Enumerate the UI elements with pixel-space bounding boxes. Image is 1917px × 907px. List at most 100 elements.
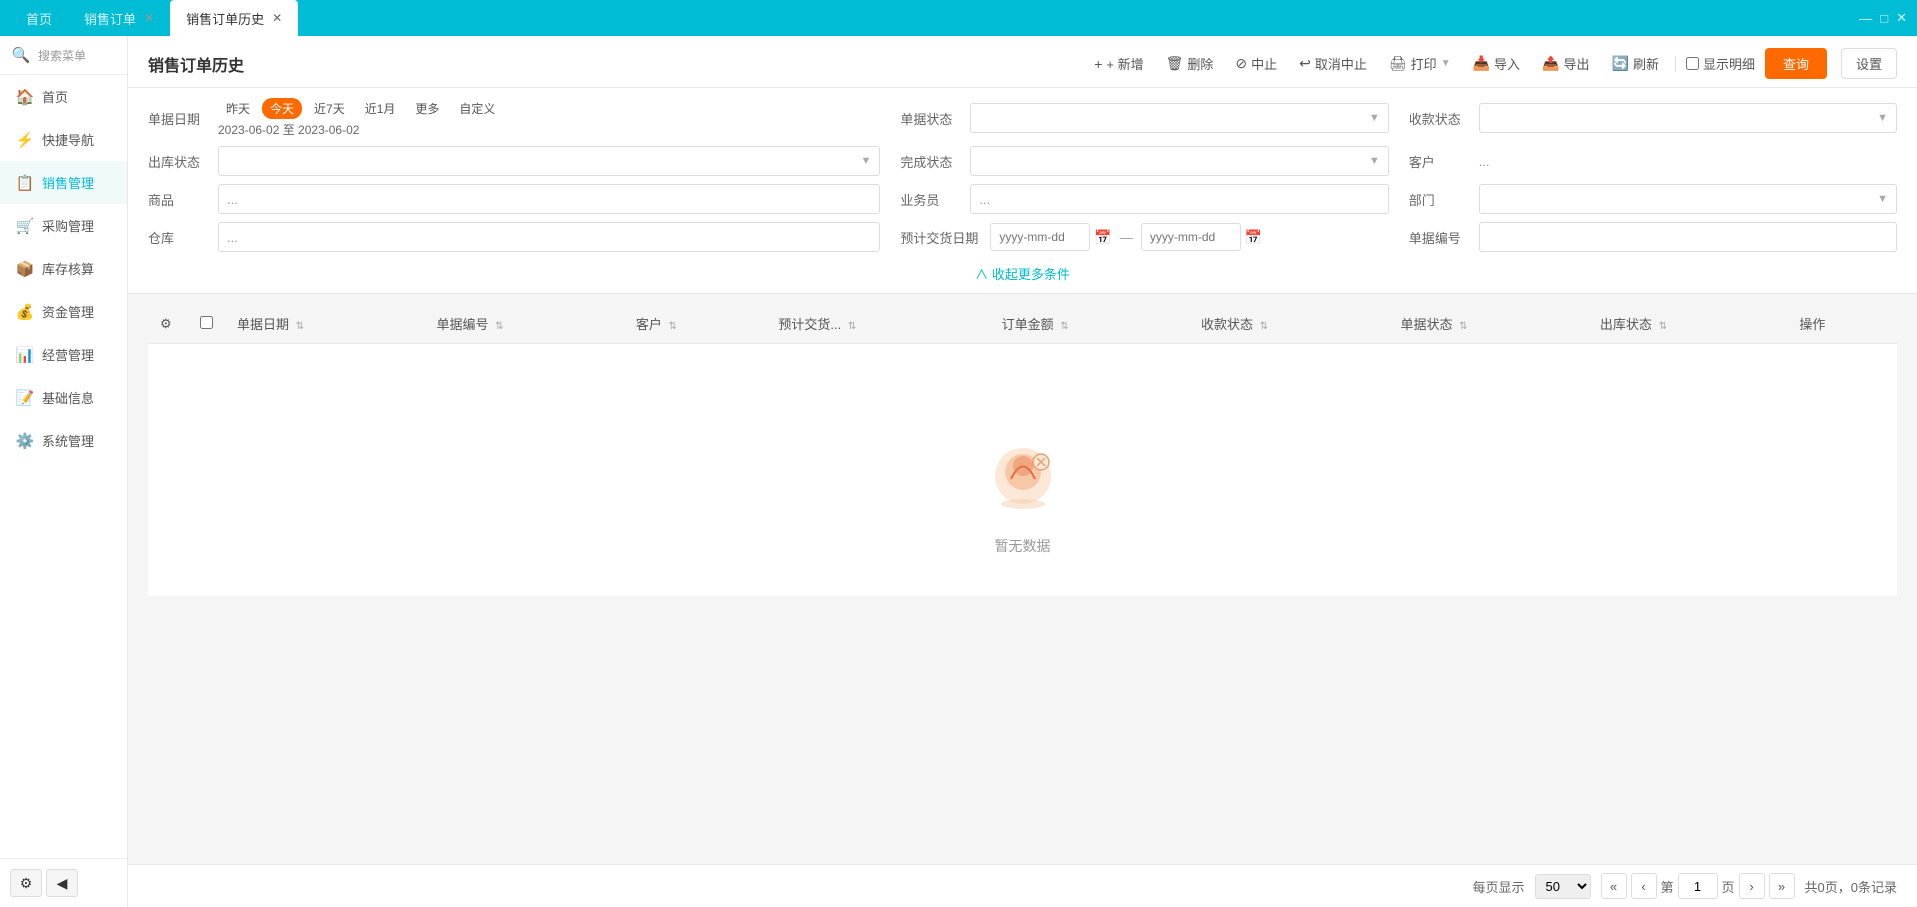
date-chip-7days[interactable]: 近7天 [306, 98, 353, 119]
purchase-icon: 🛒 [16, 217, 34, 235]
filter-goods-item: 商品 ... [148, 184, 880, 214]
prev-page-btn[interactable]: ‹ [1631, 873, 1657, 899]
sidebar-item-base-info[interactable]: 📝 基础信息 [0, 376, 127, 419]
sidebar-settings-btn[interactable]: ⚙ [10, 869, 42, 897]
sidebar-item-system[interactable]: ⚙️ 系统管理 [0, 419, 127, 462]
th-no[interactable]: 单据编号 ⇅ [424, 304, 623, 344]
th-bill-status[interactable]: 单据状态 ⇅ [1388, 304, 1587, 344]
sidebar-item-inventory[interactable]: 📦 库存核算 [0, 247, 127, 290]
th-checkbox[interactable] [188, 304, 225, 344]
sidebar-item-finance[interactable]: 💰 资金管理 [0, 290, 127, 333]
receipt-status-label: 收款状态 [1409, 109, 1479, 128]
sidebar-item-quick-nav[interactable]: ⚡ 快捷导航 [0, 118, 127, 161]
date-from-input[interactable] [990, 223, 1090, 251]
th-order-amount[interactable]: 订单金额 ⇅ [990, 304, 1189, 344]
th-expected-delivery[interactable]: 预计交货... ⇅ [766, 304, 989, 344]
sort-delivery-icon: ⇅ [848, 321, 856, 332]
sidebar-item-quick-nav-label: 快捷导航 [42, 130, 94, 149]
th-date[interactable]: 单据日期 ⇅ [225, 304, 424, 344]
tab-sales-order-history-close[interactable]: ✕ [272, 11, 282, 25]
add-button[interactable]: + + 新增 [1088, 50, 1149, 77]
bill-no-input[interactable] [1479, 222, 1897, 252]
stop-icon: ⊘ [1235, 55, 1247, 72]
receipt-status-select[interactable]: ▼ [1479, 103, 1897, 133]
filter-customer-item: 客户 ... [1409, 152, 1897, 171]
sidebar: 🔍 搜索菜单 🏠 首页 ⚡ 快捷导航 📋 销售管理 🛒 采购管理 📦 库存核算 … [0, 36, 128, 907]
cancel-label: 取消中止 [1315, 54, 1367, 73]
import-button[interactable]: 📥 导入 [1467, 50, 1526, 77]
date-to-input[interactable] [1141, 223, 1241, 251]
collapse-filter-btn[interactable]: ∧ 收起更多条件 [148, 260, 1897, 283]
sidebar-search[interactable]: 🔍 搜索菜单 [0, 36, 127, 75]
th-no-label: 单据编号 [436, 317, 488, 332]
salesperson-dots[interactable]: ... [970, 184, 1388, 214]
sidebar-item-operation[interactable]: 📊 经营管理 [0, 333, 127, 376]
tab-sales-order-history[interactable]: 销售订单历史 ✕ [170, 0, 298, 36]
delete-icon: 🗑 [1166, 55, 1184, 72]
sidebar-item-purchase-mgmt[interactable]: 🛒 采购管理 [0, 204, 127, 247]
window-minimize[interactable]: — [1859, 11, 1872, 26]
refresh-button[interactable]: 🔄 刷新 [1606, 50, 1665, 77]
th-stock-status[interactable]: 出库状态 ⇅ [1588, 304, 1787, 344]
tab-sales-order-label: 销售订单 [84, 9, 136, 28]
import-label: 导入 [1494, 54, 1520, 73]
select-all-checkbox[interactable] [200, 316, 213, 329]
page-size-select[interactable]: 50 10 20 100 [1535, 874, 1591, 899]
display-detail-checkbox[interactable]: 显示明细 [1686, 54, 1755, 73]
collapse-icon: ∧ [975, 267, 988, 282]
expected-delivery-label: 预计交货日期 [900, 228, 990, 247]
tab-sales-order-close[interactable]: ✕ [144, 11, 154, 25]
filter-bill-status-item: 单据状态 ▼ [900, 103, 1388, 133]
bill-status-select[interactable]: ▼ [970, 103, 1388, 133]
stock-out-label: 出库状态 [148, 152, 218, 171]
tab-sales-order[interactable]: 销售订单 ✕ [68, 0, 170, 36]
page-suffix: 页 [1722, 877, 1735, 896]
sidebar-item-home[interactable]: 🏠 首页 [0, 75, 127, 118]
empty-illustration [973, 424, 1073, 524]
last-page-btn[interactable]: » [1769, 873, 1795, 899]
goods-dots[interactable]: ... [218, 184, 880, 214]
calendar-from-icon[interactable]: 📅 [1094, 229, 1111, 246]
date-chip-more[interactable]: 更多 [407, 98, 447, 119]
date-chip-yesterday[interactable]: 昨天 [218, 98, 258, 119]
data-table: ⚙ 单据日期 ⇅ 单据编号 ⇅ 客户 ⇅ [148, 304, 1897, 596]
refresh-label: 刷新 [1633, 54, 1659, 73]
display-detail-input[interactable] [1686, 57, 1699, 70]
main-layout: 🔍 搜索菜单 🏠 首页 ⚡ 快捷导航 📋 销售管理 🛒 采购管理 📦 库存核算 … [0, 36, 1917, 907]
th-receipt-status[interactable]: 收款状态 ⇅ [1189, 304, 1388, 344]
quick-nav-icon: ⚡ [16, 131, 34, 149]
date-chip-custom[interactable]: 自定义 [451, 98, 503, 119]
tab-home[interactable]: 首页 [10, 0, 68, 36]
first-page-btn[interactable]: « [1601, 873, 1627, 899]
sidebar-item-sales-mgmt[interactable]: 📋 销售管理 [0, 161, 127, 204]
current-page-input[interactable] [1678, 873, 1718, 899]
base-info-icon: 📝 [16, 389, 34, 407]
cancel-stop-button[interactable]: ↩ 取消中止 [1293, 50, 1373, 77]
th-customer[interactable]: 客户 ⇅ [624, 304, 766, 344]
date-chip-1month[interactable]: 近1月 [357, 98, 404, 119]
th-gear[interactable]: ⚙ [148, 304, 188, 344]
print-button[interactable]: 🖨 打印 ▼ [1383, 50, 1457, 77]
next-page-btn[interactable]: › [1739, 873, 1765, 899]
customer-dots[interactable]: ... [1479, 154, 1490, 169]
settings-button[interactable]: 设置 [1841, 48, 1897, 79]
filter-receipt-status-item: 收款状态 ▼ [1409, 103, 1897, 133]
toolbar: + + 新增 🗑 删除 ⊘ 中止 ↩ 取消中止 🖨 打印 [1088, 48, 1897, 79]
dept-select[interactable]: ▼ [1479, 184, 1897, 214]
stop-button[interactable]: ⊘ 中止 [1229, 50, 1283, 77]
complete-status-select[interactable]: ▼ [970, 146, 1388, 176]
date-chip-today[interactable]: 今天 [262, 98, 302, 119]
sidebar-collapse-btn[interactable]: ◀ [46, 869, 78, 897]
import-icon: 📥 [1473, 55, 1490, 72]
warehouse-dots[interactable]: ... [218, 222, 880, 252]
window-close[interactable]: ✕ [1896, 10, 1907, 26]
th-customer-label: 客户 [636, 317, 662, 332]
export-button[interactable]: 📤 导出 [1536, 50, 1595, 77]
window-maximize[interactable]: □ [1880, 11, 1888, 26]
delete-button[interactable]: 🗑 删除 [1160, 50, 1220, 77]
calendar-to-icon[interactable]: 📅 [1245, 229, 1262, 246]
salesperson-label: 业务员 [900, 190, 970, 209]
page-title: 销售订单历史 [148, 52, 244, 76]
query-button[interactable]: 查询 [1765, 48, 1827, 79]
stock-out-select[interactable]: ▼ [218, 146, 880, 176]
